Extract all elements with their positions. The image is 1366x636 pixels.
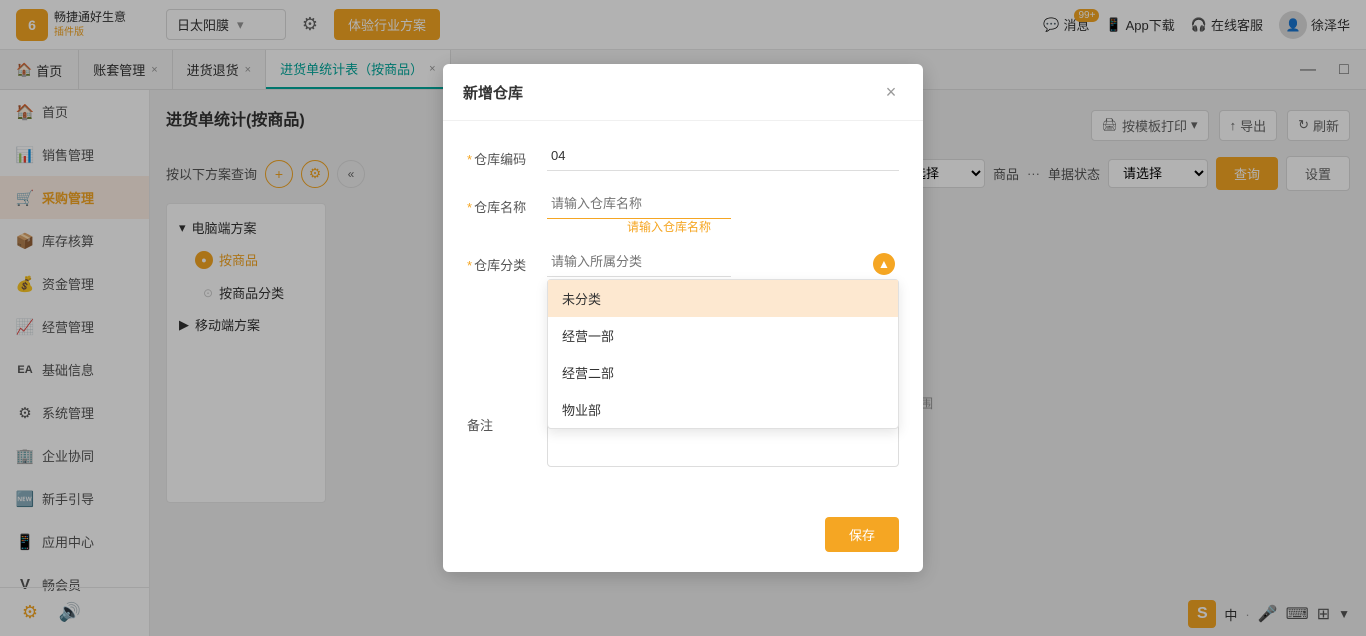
modal-close-button[interactable]: × [879,80,903,104]
warehouse-code-input[interactable] [547,141,899,171]
category-dropdown-toggle[interactable]: ▲ [873,253,895,275]
modal-title: 新增仓库 [463,82,523,103]
warehouse-category-label: 仓库分类 [467,247,547,274]
warehouse-code-label: 仓库编码 [467,141,547,168]
dropdown-option-ops1[interactable]: 经营一部 [548,317,898,354]
new-warehouse-modal: 新增仓库 × 仓库编码 仓库名称 请输入仓库名称 仓库分类 ▲ 未分类 [443,64,923,572]
dropdown-option-uncategorized[interactable]: 未分类 [548,280,898,317]
category-dropdown-list: 未分类 经营一部 经营二部 物业部 [547,279,899,429]
modal-header: 新增仓库 × [443,64,923,121]
warehouse-name-input[interactable] [547,189,731,219]
warehouse-name-error: 请输入仓库名称 [627,218,711,235]
warehouse-name-label: 仓库名称 [467,189,547,216]
warehouse-category-input[interactable] [547,247,731,277]
modal-footer: 保存 [443,505,923,572]
warehouse-notes-label: 备注 [467,407,547,434]
warehouse-category-wrapper: ▲ [547,247,899,277]
warehouse-category-row: 仓库分类 ▲ 未分类 经营一部 经营二部 物业部 [467,247,899,277]
modal-body: 仓库编码 仓库名称 请输入仓库名称 仓库分类 ▲ 未分类 经营一部 经营二部 物 [443,121,923,505]
warehouse-name-wrapper: 请输入仓库名称 [547,189,899,219]
dropdown-option-property[interactable]: 物业部 [548,391,898,428]
save-button[interactable]: 保存 [825,517,899,552]
warehouse-code-row: 仓库编码 [467,141,899,171]
warehouse-name-row: 仓库名称 请输入仓库名称 [467,189,899,219]
dropdown-option-ops2[interactable]: 经营二部 [548,354,898,391]
